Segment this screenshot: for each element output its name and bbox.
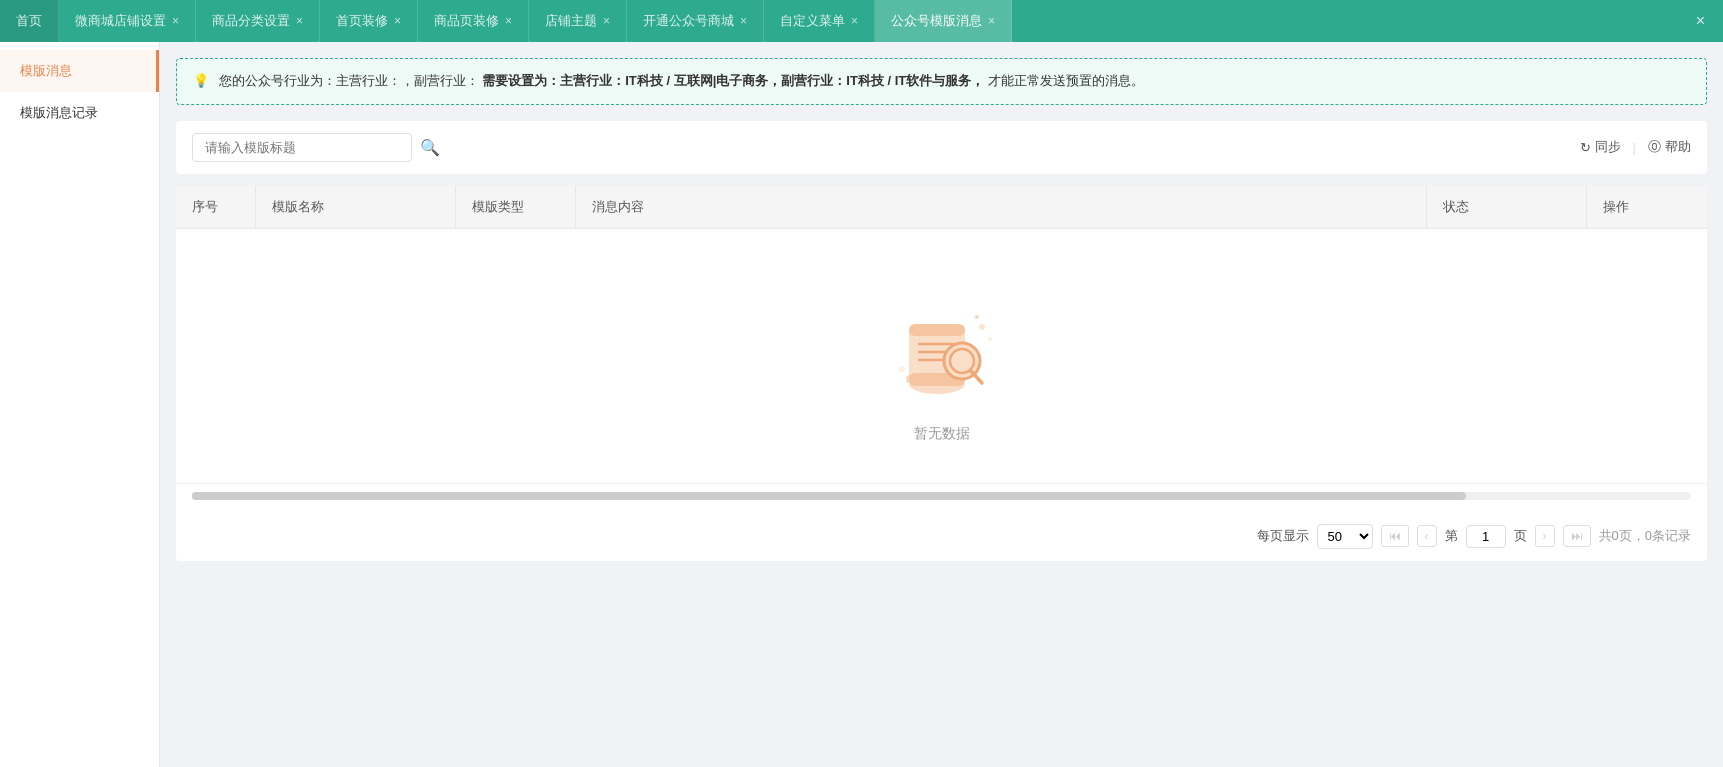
tab-product-category[interactable]: 商品分类设置 × bbox=[196, 0, 320, 42]
tab-custom-menu-close[interactable]: × bbox=[851, 15, 858, 27]
table-wrapper: 序号 模版名称 模版类型 消息内容 状态 操作 bbox=[176, 186, 1707, 561]
tab-home-label: 首页 bbox=[16, 12, 42, 30]
total-info: 共0页，0条记录 bbox=[1599, 527, 1691, 545]
notice-prefix: 您的公众号行业为：主营行业：，副营行业： bbox=[219, 73, 479, 88]
prev-page-button[interactable]: ‹ bbox=[1417, 525, 1437, 547]
scrollbar-thumb bbox=[192, 492, 1466, 500]
th-status: 状态 bbox=[1427, 186, 1587, 228]
next-page-button[interactable]: › bbox=[1535, 525, 1555, 547]
svg-point-12 bbox=[975, 315, 979, 319]
page-label-pre: 第 bbox=[1445, 527, 1458, 545]
help-button[interactable]: ⓪ 帮助 bbox=[1648, 138, 1691, 156]
sync-icon: ↻ bbox=[1580, 140, 1591, 155]
tab-home[interactable]: 首页 bbox=[0, 0, 59, 42]
tab-home-decor[interactable]: 首页装修 × bbox=[320, 0, 418, 42]
tab-open-mall-close[interactable]: × bbox=[740, 15, 747, 27]
tab-product-decor-close[interactable]: × bbox=[505, 15, 512, 27]
sidebar-item-template-msg-label: 模版消息 bbox=[20, 63, 72, 78]
global-close-icon: × bbox=[1696, 12, 1705, 30]
search-icon: 🔍 bbox=[420, 138, 440, 157]
tab-template-msg-label: 公众号模版消息 bbox=[891, 12, 982, 30]
th-name: 模版名称 bbox=[256, 186, 456, 228]
tab-shop-theme-label: 店铺主题 bbox=[545, 12, 597, 30]
last-page-button[interactable]: ⏭ bbox=[1563, 525, 1591, 547]
empty-state: 暂无数据 bbox=[176, 229, 1707, 483]
search-bar: 🔍 ↻ 同步 | ⓪ 帮助 bbox=[176, 121, 1707, 174]
notice-banner: 💡 您的公众号行业为：主营行业：，副营行业： 需要设置为：主营行业：IT科技 /… bbox=[176, 58, 1707, 105]
sync-button[interactable]: ↻ 同步 bbox=[1580, 138, 1621, 156]
tab-template-msg[interactable]: 公众号模版消息 × bbox=[875, 0, 1012, 42]
tab-product-decor-label: 商品页装修 bbox=[434, 12, 499, 30]
tab-micro-shop[interactable]: 微商城店铺设置 × bbox=[59, 0, 196, 42]
th-action: 操作 bbox=[1587, 186, 1707, 228]
empty-illustration bbox=[882, 289, 1002, 409]
sidebar-item-template-msg-record-label: 模版消息记录 bbox=[20, 105, 98, 120]
sidebar: 模版消息 模版消息记录 bbox=[0, 42, 160, 767]
tab-bar: 首页 微商城店铺设置 × 商品分类设置 × 首页装修 × 商品页装修 × 店铺主… bbox=[0, 0, 1723, 42]
page-size-select[interactable]: 10 20 50 100 bbox=[1317, 524, 1373, 549]
scrollbar-area bbox=[176, 483, 1707, 512]
pagination: 每页显示 10 20 50 100 ⏮ ‹ 第 页 › ⏭ 共0页，0条记录 bbox=[176, 512, 1707, 561]
search-input[interactable] bbox=[192, 133, 412, 162]
tab-template-msg-close[interactable]: × bbox=[988, 15, 995, 27]
th-type: 模版类型 bbox=[456, 186, 576, 228]
svg-point-11 bbox=[988, 337, 992, 341]
tab-shop-theme[interactable]: 店铺主题 × bbox=[529, 0, 627, 42]
tab-open-mall[interactable]: 开通公众号商城 × bbox=[627, 0, 764, 42]
tab-open-mall-label: 开通公众号商城 bbox=[643, 12, 734, 30]
search-button[interactable]: 🔍 bbox=[420, 138, 440, 157]
first-page-button[interactable]: ⏮ bbox=[1381, 525, 1409, 547]
tab-custom-menu[interactable]: 自定义菜单 × bbox=[764, 0, 875, 42]
page-label-post: 页 bbox=[1514, 527, 1527, 545]
table-header: 序号 模版名称 模版类型 消息内容 状态 操作 bbox=[176, 186, 1707, 229]
tab-custom-menu-label: 自定义菜单 bbox=[780, 12, 845, 30]
tab-product-category-close[interactable]: × bbox=[296, 15, 303, 27]
sidebar-item-template-msg-record[interactable]: 模版消息记录 bbox=[0, 92, 159, 134]
horizontal-scrollbar[interactable] bbox=[192, 492, 1691, 500]
tab-product-decor[interactable]: 商品页装修 × bbox=[418, 0, 529, 42]
empty-text: 暂无数据 bbox=[914, 425, 970, 443]
tab-shop-theme-close[interactable]: × bbox=[603, 15, 610, 27]
help-icon: ⓪ bbox=[1648, 138, 1661, 156]
sync-label: 同步 bbox=[1595, 138, 1621, 156]
notice-highlight: 需要设置为：主营行业：IT科技 / 互联网|电子商务，副营行业：IT科技 / I… bbox=[482, 73, 984, 88]
search-left: 🔍 bbox=[192, 133, 440, 162]
notice-suffix: 才能正常发送预置的消息。 bbox=[988, 73, 1144, 88]
help-label: 帮助 bbox=[1665, 138, 1691, 156]
global-close-button[interactable]: × bbox=[1678, 0, 1723, 42]
tab-home-decor-close[interactable]: × bbox=[394, 15, 401, 27]
svg-point-14 bbox=[899, 366, 905, 372]
svg-rect-2 bbox=[909, 324, 965, 336]
content-area: 💡 您的公众号行业为：主营行业：，副营行业： 需要设置为：主营行业：IT科技 /… bbox=[160, 42, 1723, 767]
svg-point-10 bbox=[979, 324, 985, 330]
main-layout: 模版消息 模版消息记录 💡 您的公众号行业为：主营行业：，副营行业： 需要设置为… bbox=[0, 42, 1723, 767]
lightbulb-icon: 💡 bbox=[193, 73, 209, 88]
sidebar-item-template-msg[interactable]: 模版消息 bbox=[0, 50, 159, 92]
tab-product-category-label: 商品分类设置 bbox=[212, 12, 290, 30]
tab-micro-shop-close[interactable]: × bbox=[172, 15, 179, 27]
tab-micro-shop-label: 微商城店铺设置 bbox=[75, 12, 166, 30]
page-size-label: 每页显示 bbox=[1257, 527, 1309, 545]
svg-point-13 bbox=[906, 375, 914, 383]
page-number-input[interactable] bbox=[1466, 525, 1506, 548]
divider: | bbox=[1633, 140, 1636, 155]
th-index: 序号 bbox=[176, 186, 256, 228]
th-content: 消息内容 bbox=[576, 186, 1427, 228]
search-right: ↻ 同步 | ⓪ 帮助 bbox=[1580, 138, 1691, 156]
tab-home-decor-label: 首页装修 bbox=[336, 12, 388, 30]
